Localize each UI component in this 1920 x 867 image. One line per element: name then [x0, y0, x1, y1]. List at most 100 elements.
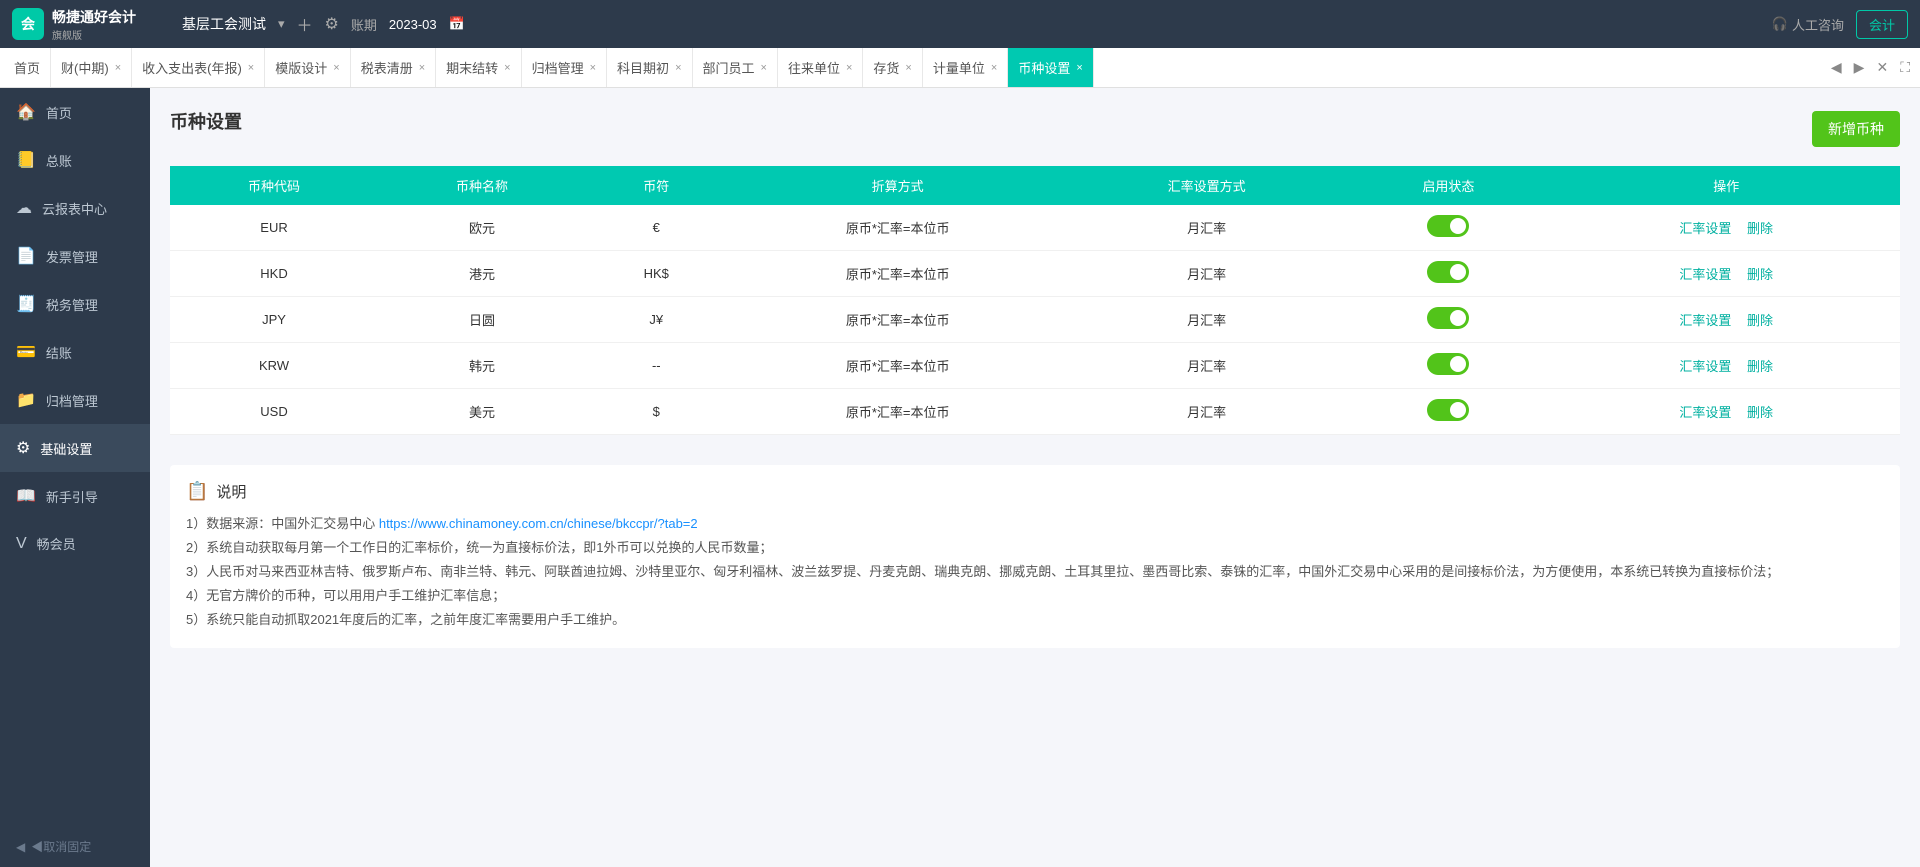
sidebar-item-7[interactable]: ⚙基础设置 — [0, 424, 150, 472]
tab-close-icon-9[interactable]: × — [846, 62, 852, 74]
workspace-settings-icon[interactable]: ⚙ — [325, 14, 339, 34]
tab-item-8[interactable]: 部门员工× — [693, 48, 778, 88]
tab-close-icon-4[interactable]: × — [419, 62, 425, 74]
tab-item-11[interactable]: 计量单位× — [923, 48, 1008, 88]
company-bar: 基层工会测试 ▾ ＋ ⚙ 账期 2023-03 📅 — [162, 12, 1772, 36]
toggle-1[interactable] — [1427, 261, 1469, 286]
cell-name-3: 韩元 — [378, 343, 586, 389]
top-right: 🎧 人工咨询 会计 — [1772, 10, 1908, 39]
cell-symbol-4: $ — [586, 389, 726, 435]
sidebar-icon-7: ⚙ — [16, 438, 30, 458]
tab-close-icon-8[interactable]: × — [761, 62, 767, 74]
toggle-2[interactable] — [1427, 307, 1469, 332]
logo-area: 会 畅捷通好会计 旗舰版 — [12, 7, 162, 42]
tab-item-2[interactable]: 收入支出表(年报)× — [132, 48, 265, 88]
cell-status-2[interactable] — [1344, 297, 1552, 343]
delete-link-4[interactable]: 删除 — [1747, 405, 1773, 420]
tab-item-1[interactable]: 财(中期)× — [51, 48, 132, 88]
cell-code-4: USD — [170, 389, 378, 435]
rate-settings-link-2[interactable]: 汇率设置 — [1679, 313, 1731, 328]
tab-close-icon-6[interactable]: × — [590, 62, 596, 74]
delete-link-1[interactable]: 删除 — [1747, 267, 1773, 282]
rate-settings-link-1[interactable]: 汇率设置 — [1679, 267, 1731, 282]
sidebar-icon-8: 📖 — [16, 486, 36, 506]
company-dropdown-icon[interactable]: ▾ — [278, 16, 285, 32]
sidebar-item-8[interactable]: 📖新手引导 — [0, 472, 150, 520]
toggle-switch-0[interactable] — [1427, 215, 1469, 237]
sidebar-item-3[interactable]: 📄发票管理 — [0, 232, 150, 280]
tab-item-6[interactable]: 归档管理× — [522, 48, 607, 88]
tab-close-icon-2[interactable]: × — [248, 62, 254, 74]
cell-status-3[interactable] — [1344, 343, 1552, 389]
sidebar-item-9[interactable]: V畅会员 — [0, 520, 150, 567]
tab-close-icon-3[interactable]: × — [333, 62, 339, 74]
delete-link-0[interactable]: 删除 — [1747, 221, 1773, 236]
tab-item-12[interactable]: 币种设置× — [1008, 48, 1093, 88]
toggle-switch-3[interactable] — [1427, 353, 1469, 375]
pin-icon: ◀ — [16, 840, 25, 854]
tab-item-4[interactable]: 税表清册× — [351, 48, 436, 88]
account-button[interactable]: 会计 — [1856, 10, 1908, 39]
rate-settings-link-0[interactable]: 汇率设置 — [1679, 221, 1731, 236]
tab-prev-icon[interactable]: ◀ — [1825, 55, 1848, 80]
logo-icon: 会 — [12, 8, 44, 40]
tab-item-9[interactable]: 往来单位× — [778, 48, 863, 88]
tab-next-icon[interactable]: ▶ — [1848, 55, 1871, 80]
tab-close-icon-12[interactable]: × — [1076, 62, 1082, 74]
currency-table: 币种代码币种名称币符折算方式汇率设置方式启用状态操作 EUR 欧元 € 原币*汇… — [170, 166, 1900, 435]
sidebar-pin-toggle[interactable]: ◀ ◀取消固定 — [0, 826, 150, 867]
cell-status-4[interactable] — [1344, 389, 1552, 435]
table-row-2: JPY 日圆 J¥ 原币*汇率=本位币 月汇率 汇率设置 删除 — [170, 297, 1900, 343]
add-workspace-icon[interactable]: ＋ — [297, 12, 313, 36]
cell-method-2: 原币*汇率=本位币 — [727, 297, 1069, 343]
tab-item-3[interactable]: 模版设计× — [265, 48, 350, 88]
period-label: 账期 — [351, 15, 377, 34]
cell-actions-1: 汇率设置 删除 — [1552, 251, 1900, 297]
new-currency-button[interactable]: 新增币种 — [1812, 111, 1900, 147]
tab-close-icon-1[interactable]: × — [115, 62, 121, 74]
toggle-3[interactable] — [1427, 353, 1469, 378]
delete-link-3[interactable]: 删除 — [1747, 359, 1773, 374]
tab-item-10[interactable]: 存货× — [863, 48, 922, 88]
sidebar-item-4[interactable]: 🧾税务管理 — [0, 280, 150, 328]
chinamoney-link[interactable]: https://www.chinamoney.com.cn/chinese/bk… — [379, 516, 698, 531]
tab-item-5[interactable]: 期末结转× — [436, 48, 521, 88]
cell-status-1[interactable] — [1344, 251, 1552, 297]
notes-list: 1）数据来源：中国外汇交易中心 https://www.chinamoney.c… — [186, 512, 1884, 632]
tab-close-icon-10[interactable]: × — [905, 62, 911, 74]
tab-close-icon-7[interactable]: × — [675, 62, 681, 74]
rate-settings-link-3[interactable]: 汇率设置 — [1679, 359, 1731, 374]
col-header-2: 币符 — [586, 166, 726, 205]
notes-section: 📋 说明 1）数据来源：中国外汇交易中心 https://www.chinamo… — [170, 465, 1900, 648]
tab-close-icon-5[interactable]: × — [504, 62, 510, 74]
sidebar-label-5: 结账 — [46, 343, 72, 362]
sidebar-item-1[interactable]: 📒总账 — [0, 136, 150, 184]
toggle-4[interactable] — [1427, 399, 1469, 424]
cell-rate-type-1: 月汇率 — [1069, 251, 1345, 297]
calendar-icon[interactable]: 📅 — [449, 16, 465, 32]
help-button[interactable]: 🎧 人工咨询 — [1772, 15, 1844, 34]
toggle-0[interactable] — [1427, 215, 1469, 240]
note-item-0: 1）数据来源：中国外汇交易中心 https://www.chinamoney.c… — [186, 512, 1884, 536]
sidebar-item-6[interactable]: 📁归档管理 — [0, 376, 150, 424]
sidebar-item-5[interactable]: 💳结账 — [0, 328, 150, 376]
cell-method-3: 原币*汇率=本位币 — [727, 343, 1069, 389]
rate-settings-link-4[interactable]: 汇率设置 — [1679, 405, 1731, 420]
cell-rate-type-2: 月汇率 — [1069, 297, 1345, 343]
toggle-switch-1[interactable] — [1427, 261, 1469, 283]
cell-status-0[interactable] — [1344, 205, 1552, 251]
tab-item-7[interactable]: 科目期初× — [607, 48, 692, 88]
maximize-window-icon[interactable]: ⛶ — [1894, 55, 1916, 80]
notes-title: 📋 说明 — [186, 481, 1884, 502]
close-window-icon[interactable]: ✕ — [1870, 55, 1894, 80]
period-value: 2023-03 — [389, 17, 437, 32]
sidebar-item-0[interactable]: 🏠首页 — [0, 88, 150, 136]
toggle-switch-2[interactable] — [1427, 307, 1469, 329]
delete-link-2[interactable]: 删除 — [1747, 313, 1773, 328]
toggle-switch-4[interactable] — [1427, 399, 1469, 421]
tab-item-0[interactable]: 首页 — [4, 48, 51, 88]
sidebar-item-2[interactable]: ☁云报表中心 — [0, 184, 150, 232]
note-item-2: 3）人民币对马来西亚林吉特、俄罗斯卢布、南非兰特、韩元、阿联酋迪拉姆、沙特里亚尔… — [186, 560, 1884, 584]
content-area: 币种设置 新增币种 币种代码币种名称币符折算方式汇率设置方式启用状态操作 EUR… — [150, 88, 1920, 867]
tab-close-icon-11[interactable]: × — [991, 62, 997, 74]
